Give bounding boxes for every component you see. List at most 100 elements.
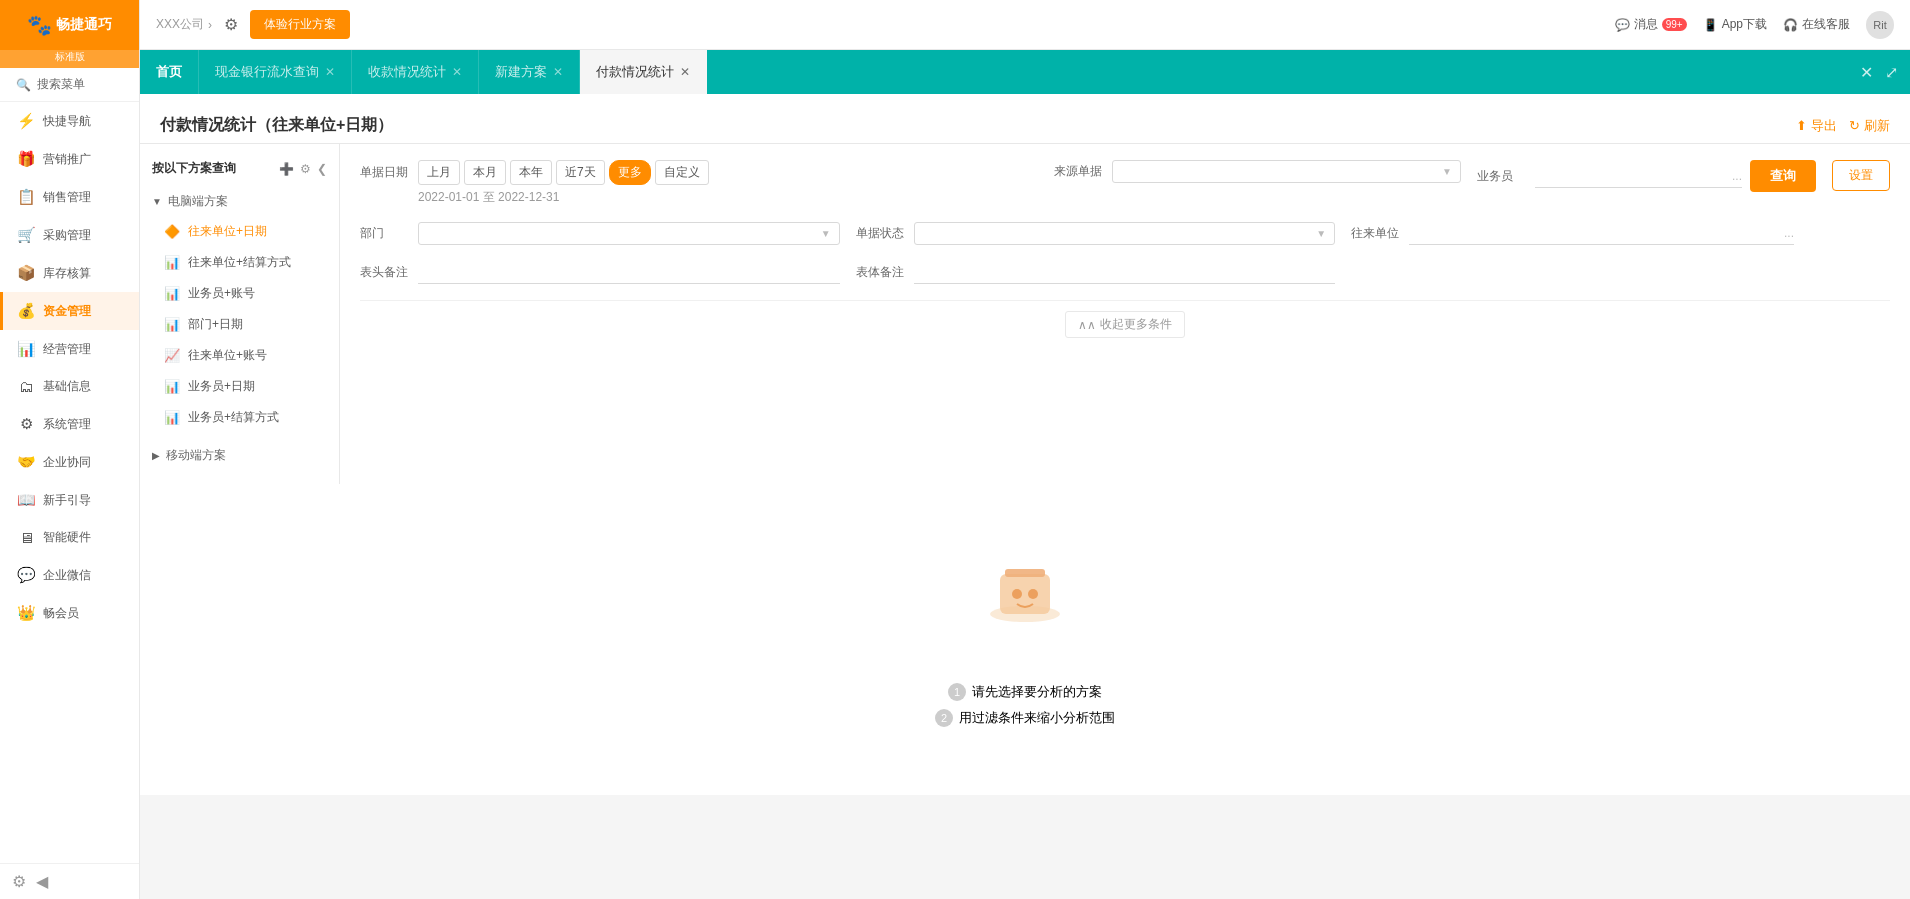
- try-btn[interactable]: 体验行业方案: [250, 10, 350, 39]
- tab-expand-icon[interactable]: ⤢: [1885, 63, 1898, 82]
- staff-date-label: 业务员+日期: [188, 378, 255, 395]
- tab-new-scheme-close[interactable]: ✕: [553, 65, 563, 79]
- app-icon: 📱: [1703, 18, 1718, 32]
- tab-payment-close[interactable]: ✕: [680, 65, 690, 79]
- step2-text: 用过滤条件来缩小分析范围: [959, 709, 1115, 727]
- empty-illustration: [975, 544, 1075, 663]
- sidebar-item-enterprise[interactable]: 🤝 企业协同: [0, 443, 139, 481]
- tab-home[interactable]: 首页: [140, 50, 199, 94]
- scheme-item-partner-date[interactable]: 🔶 往来单位+日期: [140, 216, 339, 247]
- export-icon: ⬆: [1796, 118, 1807, 133]
- search-label: 搜索菜单: [37, 76, 85, 93]
- export-btn[interactable]: ⬆ 导出: [1796, 117, 1837, 135]
- query-button[interactable]: 查询: [1750, 160, 1816, 192]
- header-settings-icon[interactable]: ⚙: [224, 15, 238, 34]
- tab-bar: 首页 现金银行流水查询 ✕ 收款情况统计 ✕ 新建方案 ✕ 付款情况统计 ✕ ✕…: [140, 50, 1910, 94]
- logo-text: 畅捷通巧: [56, 16, 112, 34]
- staff-control: ...: [1535, 165, 1742, 188]
- purchase-icon: 🛒: [15, 226, 37, 244]
- scheme-section-mobile-title[interactable]: ▶ 移动端方案: [140, 441, 339, 470]
- sidebar-item-hardware[interactable]: 🖥 智能硬件: [0, 519, 139, 556]
- dept-filter-group: 部门 ▼: [360, 222, 840, 245]
- logo-subtitle: 标准版: [0, 50, 139, 68]
- scheme-item-staff-date[interactable]: 📊 业务员+日期: [140, 371, 339, 402]
- sidebar-item-system[interactable]: ⚙ 系统管理: [0, 405, 139, 443]
- message-action[interactable]: 💬 消息 99+: [1615, 16, 1687, 33]
- svg-rect-2: [1005, 569, 1045, 577]
- sidebar: 🐾 畅捷通巧 标准版 🔍 搜索菜单 ⚡ 快捷导航 🎁 营销推广 📋 销售管理 🛒…: [0, 0, 140, 899]
- date-btn-this-month[interactable]: 本月: [464, 160, 506, 185]
- panel-layout: 按以下方案查询 ➕ ⚙ ❮ ▼ 电脑端方案 🔶 往来单位+日期: [140, 144, 1910, 484]
- user-name: Rit: [1873, 19, 1886, 31]
- staff-settle-label: 业务员+结算方式: [188, 409, 279, 426]
- hardware-icon: 🖥: [15, 529, 37, 546]
- date-filter-group: 单据日期 上月 本月 本年 近7天 更多 自定义 2022-01-01 至 20…: [360, 160, 1038, 206]
- date-btn-custom[interactable]: 自定义: [655, 160, 709, 185]
- tab-new-scheme[interactable]: 新建方案 ✕: [479, 50, 580, 94]
- tab-receipt-close[interactable]: ✕: [452, 65, 462, 79]
- body-note-input[interactable]: [914, 261, 1336, 284]
- date-btn-this-year[interactable]: 本年: [510, 160, 552, 185]
- sidebar-item-basic[interactable]: 🗂 基础信息: [0, 368, 139, 405]
- sidebar-settings-icon[interactable]: ⚙: [12, 872, 26, 891]
- doc-status-select[interactable]: ▼: [914, 222, 1336, 245]
- sidebar-item-operation[interactable]: 📊 经营管理: [0, 330, 139, 368]
- collapse-button[interactable]: ∧∧ 收起更多条件: [1065, 311, 1185, 338]
- sidebar-item-finance[interactable]: 💰 资金管理: [0, 292, 139, 330]
- staff-ellipsis[interactable]: ...: [1732, 169, 1742, 183]
- tab-bank[interactable]: 现金银行流水查询 ✕: [199, 50, 352, 94]
- scheme-query-label: 按以下方案查询: [152, 160, 236, 177]
- sidebar-item-sales[interactable]: 📋 销售管理: [0, 178, 139, 216]
- header-note-input[interactable]: [418, 261, 840, 284]
- filter-panel: 单据日期 上月 本月 本年 近7天 更多 自定义 2022-01-01 至 20…: [340, 144, 1910, 484]
- sidebar-item-guide[interactable]: 📖 新手引导: [0, 481, 139, 519]
- scheme-collapse-icon[interactable]: ❮: [317, 162, 327, 176]
- search-menu[interactable]: 🔍 搜索菜单: [0, 68, 139, 102]
- scheme-section-desktop-title[interactable]: ▼ 电脑端方案: [140, 187, 339, 216]
- partner-account-icon: 📈: [164, 348, 180, 363]
- system-icon: ⚙: [15, 415, 37, 433]
- partner-date-label: 往来单位+日期: [188, 223, 267, 240]
- scheme-item-partner-account[interactable]: 📈 往来单位+账号: [140, 340, 339, 371]
- sidebar-item-inventory[interactable]: 📦 库存核算: [0, 254, 139, 292]
- scheme-item-dept-date[interactable]: 📊 部门+日期: [140, 309, 339, 340]
- partner-ellipsis[interactable]: ...: [1784, 226, 1794, 240]
- settings-button[interactable]: 设置: [1832, 160, 1890, 191]
- step1-text: 请先选择要分析的方案: [972, 683, 1102, 701]
- tab-payment[interactable]: 付款情况统计 ✕: [580, 50, 707, 94]
- scheme-item-partner-settle[interactable]: 📊 往来单位+结算方式: [140, 247, 339, 278]
- dept-select[interactable]: ▼: [418, 222, 840, 245]
- tab-bar-actions: ✕ ⤢: [1848, 50, 1910, 94]
- quick-nav-icon: ⚡: [15, 112, 37, 130]
- sidebar-item-member[interactable]: 👑 畅会员: [0, 594, 139, 632]
- sidebar-item-marketing[interactable]: 🎁 营销推广: [0, 140, 139, 178]
- scheme-gear-icon[interactable]: ⚙: [300, 162, 311, 176]
- partner-settle-label: 往来单位+结算方式: [188, 254, 291, 271]
- source-select[interactable]: ▼: [1112, 160, 1461, 183]
- service-action[interactable]: 🎧 在线客服: [1783, 16, 1850, 33]
- guide-icon: 📖: [15, 491, 37, 509]
- date-btn-last-month[interactable]: 上月: [418, 160, 460, 185]
- tab-close-all-icon[interactable]: ✕: [1860, 63, 1873, 82]
- date-btn-more[interactable]: 更多: [609, 160, 651, 185]
- page-content: 付款情况统计（往来单位+日期） ⬆ 导出 ↻ 刷新 按以下方案查询 ➕: [140, 94, 1910, 899]
- tab-bank-close[interactable]: ✕: [325, 65, 335, 79]
- marketing-icon: 🎁: [15, 150, 37, 168]
- sidebar-item-weixin[interactable]: 💬 企业微信: [0, 556, 139, 594]
- user-avatar[interactable]: Rit: [1866, 11, 1894, 39]
- sidebar-item-purchase[interactable]: 🛒 采购管理: [0, 216, 139, 254]
- scheme-add-icon[interactable]: ➕: [279, 162, 294, 176]
- partner-date-icon: 🔶: [164, 224, 180, 239]
- scheme-item-staff-account[interactable]: 📊 业务员+账号: [140, 278, 339, 309]
- date-btn-7days[interactable]: 近7天: [556, 160, 605, 185]
- scheme-item-staff-settle[interactable]: 📊 业务员+结算方式: [140, 402, 339, 433]
- scheme-panel-header: 按以下方案查询 ➕ ⚙ ❮: [140, 154, 339, 183]
- app-download-action[interactable]: 📱 App下载: [1703, 16, 1767, 33]
- tab-receipt[interactable]: 收款情况统计 ✕: [352, 50, 479, 94]
- sidebar-item-quick-nav[interactable]: ⚡ 快捷导航: [0, 102, 139, 140]
- staff-account-label: 业务员+账号: [188, 285, 255, 302]
- sidebar-collapse-icon[interactable]: ◀: [36, 872, 48, 891]
- refresh-btn[interactable]: ↻ 刷新: [1849, 117, 1890, 135]
- member-icon: 👑: [15, 604, 37, 622]
- top-header: XXX公司 › ⚙ 体验行业方案 💬 消息 99+ 📱 App下载 🎧 在线客服…: [140, 0, 1910, 50]
